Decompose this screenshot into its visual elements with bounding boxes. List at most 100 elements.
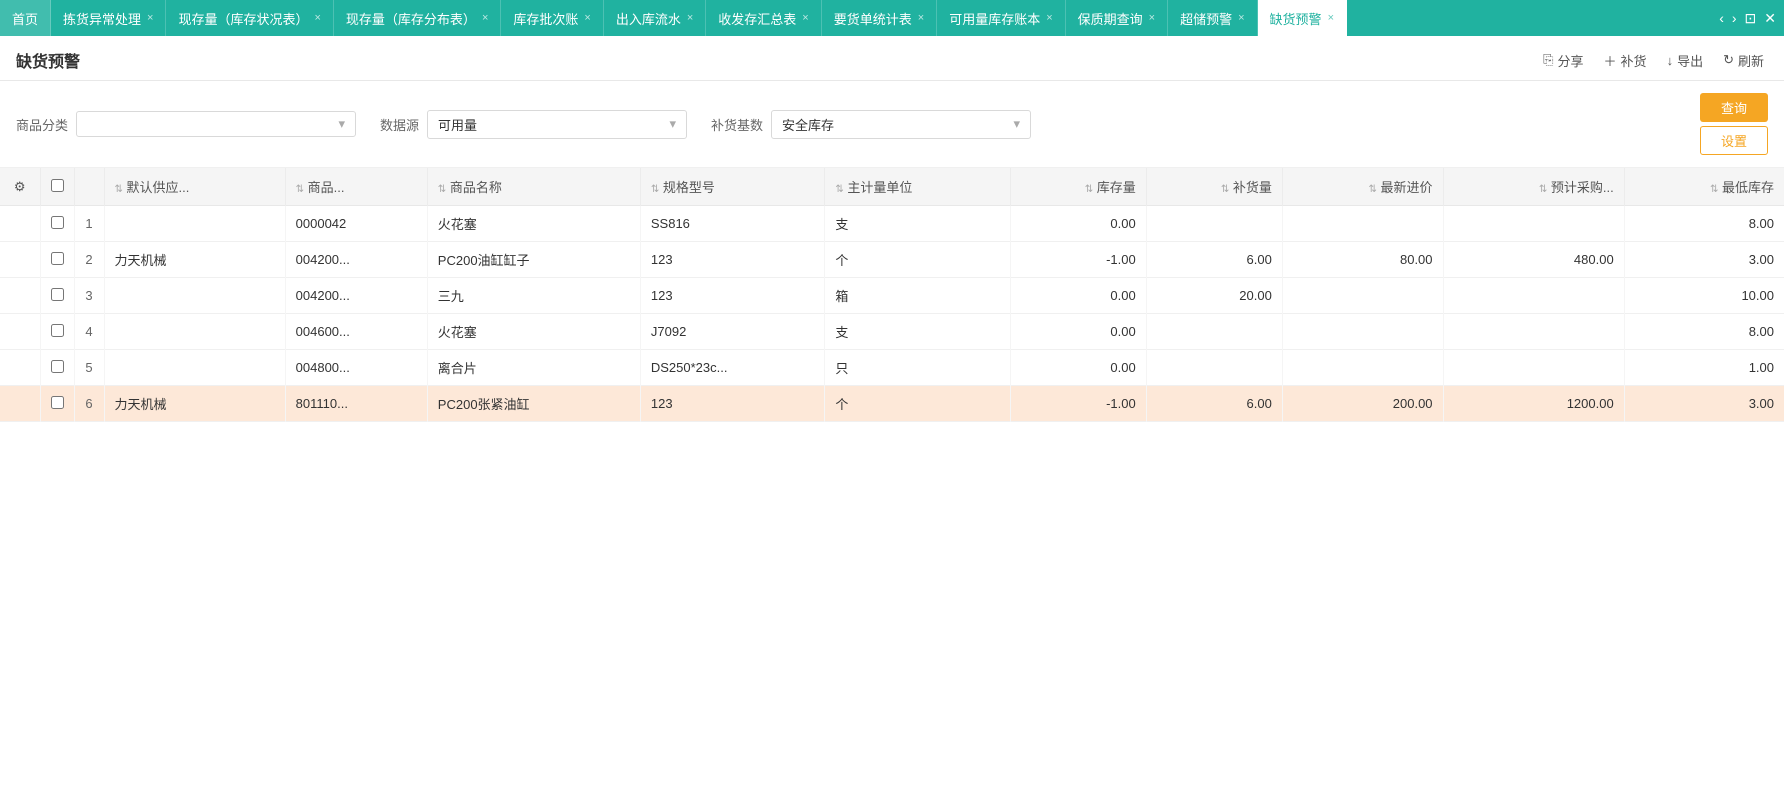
th-stock[interactable]: ⇅ 库存量	[1010, 168, 1146, 206]
tab-close-inventory-dist[interactable]: ×	[482, 12, 488, 24]
tab-close-shortage[interactable]: ×	[1328, 12, 1334, 24]
tab-close-inout-flow[interactable]: ×	[687, 12, 693, 24]
tab-close-order-stat[interactable]: ×	[918, 12, 924, 24]
td-name-2: 三九	[427, 278, 640, 314]
row-checkbox-1[interactable]	[51, 252, 64, 265]
td-checkbox-4[interactable]	[40, 350, 74, 386]
tab-collection[interactable]: 收发存汇总表 ×	[706, 0, 821, 36]
replenish-button[interactable]: ＋ 补货	[1600, 49, 1651, 72]
tab-close-all-button[interactable]: ✕	[1760, 8, 1780, 29]
td-spec-5: 123	[640, 386, 824, 422]
td-code-0: 0000042	[285, 206, 427, 242]
td-row-num-1: 2	[74, 242, 104, 278]
td-spec-0: SS816	[640, 206, 824, 242]
td-replenish-0	[1146, 206, 1282, 242]
th-min-stock[interactable]: ⇅ 最低库存	[1624, 168, 1784, 206]
tab-prev-button[interactable]: ‹	[1715, 8, 1728, 28]
gear-icon: ⚙	[14, 179, 26, 194]
td-estimated-purchase-2	[1443, 278, 1624, 314]
datasource-select[interactable]: 可用量 ▾	[427, 110, 687, 139]
tab-inout-flow[interactable]: 出入库流水 ×	[604, 0, 706, 36]
table-row: 5 004800... 离合片 DS250*23c... 只 0.00 1.00	[0, 350, 1784, 386]
td-estimated-purchase-1: 480.00	[1443, 242, 1624, 278]
row-checkbox-3[interactable]	[51, 324, 64, 337]
td-unit-1: 个	[825, 242, 1010, 278]
tab-overstock[interactable]: 超储预警 ×	[1168, 0, 1257, 36]
td-checkbox-0[interactable]	[40, 206, 74, 242]
table-row: 4 004600... 火花塞 J7092 支 0.00 8.00	[0, 314, 1784, 350]
th-name[interactable]: ⇅ 商品名称	[427, 168, 640, 206]
select-all-checkbox[interactable]	[51, 179, 64, 192]
refresh-button[interactable]: ↻ 刷新	[1719, 49, 1768, 72]
td-min-stock-5: 3.00	[1624, 386, 1784, 422]
table-row: 6 力天机械 801110... PC200张紧油缸 123 个 -1.00 6…	[0, 386, 1784, 422]
query-button[interactable]: 查询	[1700, 93, 1768, 122]
category-select-arrow-icon: ▾	[338, 116, 345, 132]
category-select[interactable]: ▾	[76, 111, 356, 137]
sort-unit-icon: ⇅	[835, 184, 843, 195]
td-row-num-5: 6	[74, 386, 104, 422]
tab-restore-button[interactable]: ⊡	[1741, 8, 1761, 29]
tab-home[interactable]: 首页	[0, 0, 51, 36]
th-replenish[interactable]: ⇅ 补货量	[1146, 168, 1282, 206]
header-actions: ⎘ 分享 ＋ 补货 ↓ 导出 ↻ 刷新	[1539, 49, 1768, 72]
row-checkbox-2[interactable]	[51, 288, 64, 301]
row-checkbox-5[interactable]	[51, 396, 64, 409]
td-supplier-3	[104, 314, 285, 350]
tab-close-abnormal[interactable]: ×	[147, 12, 153, 24]
td-checkbox-3[interactable]	[40, 314, 74, 350]
td-estimated-purchase-0	[1443, 206, 1624, 242]
tab-close-batch-account[interactable]: ×	[584, 12, 590, 24]
table-container: ⚙ ⇅ 默认供应... ⇅ 商品... ⇅	[0, 168, 1784, 422]
tab-close-inventory-status[interactable]: ×	[314, 12, 320, 24]
td-supplier-2	[104, 278, 285, 314]
th-gear[interactable]: ⚙	[0, 168, 40, 206]
tab-next-button[interactable]: ›	[1728, 8, 1741, 28]
replenish-icon: ＋	[1604, 51, 1617, 70]
th-unit[interactable]: ⇅ 主计量单位	[825, 168, 1010, 206]
th-estimated-purchase[interactable]: ⇅ 预计采购...	[1443, 168, 1624, 206]
tab-shortage[interactable]: 缺货预警 ×	[1258, 0, 1347, 36]
tab-close-expiry[interactable]: ×	[1149, 12, 1155, 24]
tab-batch-account[interactable]: 库存批次账 ×	[501, 0, 603, 36]
th-supplier[interactable]: ⇅ 默认供应...	[104, 168, 285, 206]
td-checkbox-1[interactable]	[40, 242, 74, 278]
tab-order-stat[interactable]: 要货单统计表 ×	[822, 0, 937, 36]
tab-expiry[interactable]: 保质期查询 ×	[1066, 0, 1168, 36]
td-replenish-2: 20.00	[1146, 278, 1282, 314]
td-code-2: 004200...	[285, 278, 427, 314]
table-row: 2 力天机械 004200... PC200油缸缸子 123 个 -1.00 6…	[0, 242, 1784, 278]
page-title: 缺货预警	[16, 48, 80, 72]
tab-close-collection[interactable]: ×	[802, 12, 808, 24]
td-checkbox-2[interactable]	[40, 278, 74, 314]
tab-abnormal[interactable]: 拣货异常处理 ×	[51, 0, 166, 36]
td-gear-4	[0, 350, 40, 386]
tab-close-available-ledger[interactable]: ×	[1046, 12, 1052, 24]
td-stock-3: 0.00	[1010, 314, 1146, 350]
tab-close-overstock[interactable]: ×	[1238, 12, 1244, 24]
td-replenish-5: 6.00	[1146, 386, 1282, 422]
share-icon: ⎘	[1543, 52, 1553, 68]
td-spec-4: DS250*23c...	[640, 350, 824, 386]
row-checkbox-0[interactable]	[51, 216, 64, 229]
td-checkbox-5[interactable]	[40, 386, 74, 422]
tab-inventory-status[interactable]: 现存量（库存状况表） ×	[166, 0, 333, 36]
td-row-num-3: 4	[74, 314, 104, 350]
th-spec[interactable]: ⇅ 规格型号	[640, 168, 824, 206]
td-latest-price-1: 80.00	[1282, 242, 1443, 278]
th-code[interactable]: ⇅ 商品...	[285, 168, 427, 206]
td-latest-price-3	[1282, 314, 1443, 350]
tab-available-ledger[interactable]: 可用量库存账本 ×	[937, 0, 1065, 36]
replenish-base-select[interactable]: 安全库存 ▾	[771, 110, 1031, 139]
th-row-num	[74, 168, 104, 206]
th-latest-price[interactable]: ⇅ 最新进价	[1282, 168, 1443, 206]
tab-inventory-dist[interactable]: 现存量（库存分布表） ×	[334, 0, 501, 36]
td-min-stock-3: 8.00	[1624, 314, 1784, 350]
export-button[interactable]: ↓ 导出	[1663, 49, 1708, 72]
share-button[interactable]: ⎘ 分享	[1539, 49, 1587, 72]
sort-code-icon: ⇅	[296, 184, 304, 195]
settings-button[interactable]: 设置	[1700, 126, 1768, 155]
row-checkbox-4[interactable]	[51, 360, 64, 373]
td-spec-1: 123	[640, 242, 824, 278]
filter-actions: 查询 设置	[1700, 93, 1768, 155]
